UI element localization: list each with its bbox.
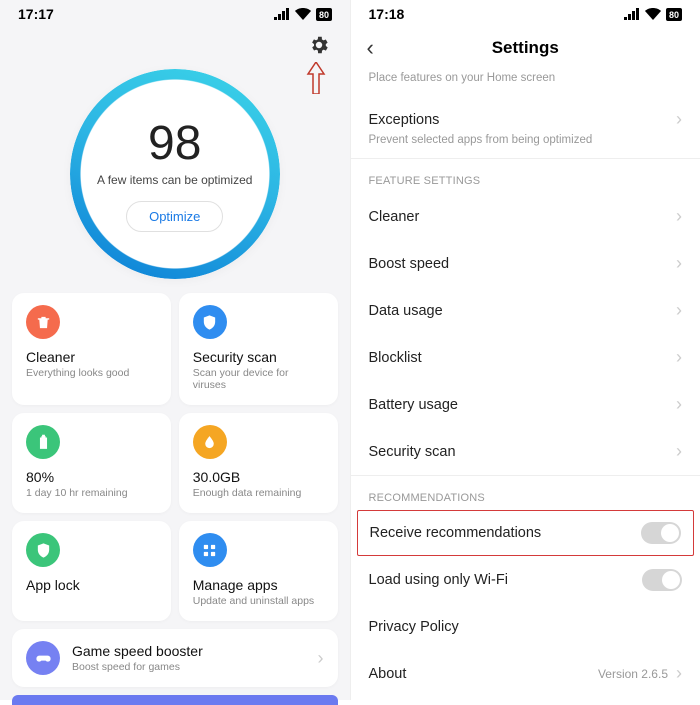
status-time: 17:18 xyxy=(369,6,405,22)
card-cleaner[interactable]: Cleaner Everything looks good xyxy=(12,293,171,405)
battery-status-icon: 80 xyxy=(316,8,332,21)
settings-gear-icon[interactable] xyxy=(308,34,330,61)
signal-icon xyxy=(274,8,290,20)
wide-card-title: Game speed booster xyxy=(72,643,318,659)
phone-settings-screen: 17:18 80 ‹ Settings Place features on yo… xyxy=(350,0,700,700)
chevron-right-icon: › xyxy=(676,300,682,321)
card-title: App lock xyxy=(26,577,157,593)
battery-status-icon: 80 xyxy=(666,8,682,21)
lock-icon xyxy=(26,533,60,567)
card-sub: Enough data remaining xyxy=(193,487,324,499)
drop-icon xyxy=(193,425,227,459)
chevron-right-icon: › xyxy=(676,441,682,462)
optimize-button[interactable]: Optimize xyxy=(126,201,223,232)
status-icons: 80 xyxy=(624,8,682,21)
chevron-right-icon: › xyxy=(676,206,682,227)
row-blocklist[interactable]: Blocklist› xyxy=(351,334,700,381)
signal-icon xyxy=(624,8,640,20)
back-button[interactable]: ‹ xyxy=(367,35,374,61)
svg-text:80: 80 xyxy=(318,10,328,20)
card-title: Security scan xyxy=(193,349,324,365)
score-value: 98 xyxy=(148,116,201,171)
card-sub: Scan your device for viruses xyxy=(193,367,324,391)
row-data-usage[interactable]: Data usage› xyxy=(351,287,700,334)
chevron-right-icon: › xyxy=(318,648,324,669)
card-app-lock[interactable]: App lock xyxy=(12,521,171,621)
wifi-icon xyxy=(295,8,311,20)
row-wifi-only[interactable]: Load using only Wi-Fi xyxy=(351,556,700,604)
status-time: 17:17 xyxy=(18,6,54,22)
chevron-right-icon: › xyxy=(676,109,682,130)
row-security-scan[interactable]: Security scan› xyxy=(351,428,700,475)
wifi-icon xyxy=(645,8,661,20)
row-privacy[interactable]: Privacy Policy xyxy=(351,604,700,650)
score-subtitle: A few items can be optimized xyxy=(97,173,252,187)
version-text: Version 2.6.5 xyxy=(598,667,668,681)
chevron-right-icon: › xyxy=(676,347,682,368)
score-circle: 98 A few items can be optimized Optimize xyxy=(70,69,280,279)
card-sub: Everything looks good xyxy=(26,367,157,379)
partial-card xyxy=(12,695,338,705)
trash-icon xyxy=(26,305,60,339)
grid-icon xyxy=(193,533,227,567)
row-receive-recommendations[interactable]: Receive recommendations xyxy=(357,510,695,556)
section-recommendations: RECOMMENDATIONS xyxy=(351,475,700,510)
settings-header: ‹ Settings xyxy=(351,28,700,68)
status-icons: 80 xyxy=(274,8,332,21)
battery-icon xyxy=(26,425,60,459)
toggle-receive[interactable] xyxy=(641,522,681,544)
card-30-0gb[interactable]: 30.0GB Enough data remaining xyxy=(179,413,338,513)
chevron-right-icon: › xyxy=(676,663,682,684)
row-boost-speed[interactable]: Boost speed› xyxy=(351,240,700,287)
card-sub: 1 day 10 hr remaining xyxy=(26,487,157,499)
wide-card-sub: Boost speed for games xyxy=(72,661,318,673)
svg-text:80: 80 xyxy=(669,10,679,20)
card-manage-apps[interactable]: Manage apps Update and uninstall apps xyxy=(179,521,338,621)
row-exceptions-sub: Prevent selected apps from being optimiz… xyxy=(351,134,700,158)
phone-security-app: 17:17 80 98 A few items can be optimized… xyxy=(0,0,350,700)
card-title: Cleaner xyxy=(26,349,157,365)
card-80-[interactable]: 80% 1 day 10 hr remaining xyxy=(12,413,171,513)
game-icon xyxy=(26,641,60,675)
card-security-scan[interactable]: Security scan Scan your device for viruse… xyxy=(179,293,338,405)
row-cleaner[interactable]: Cleaner› xyxy=(351,193,700,240)
shield-icon xyxy=(193,305,227,339)
card-title: 30.0GB xyxy=(193,469,324,485)
card-sub: Update and uninstall apps xyxy=(193,595,324,607)
card-title: Manage apps xyxy=(193,577,324,593)
status-bar: 17:18 80 xyxy=(351,0,700,28)
row-about[interactable]: About Version 2.6.5 › xyxy=(351,650,700,697)
section-feature-settings: FEATURE SETTINGS xyxy=(351,158,700,193)
page-title: Settings xyxy=(492,38,559,58)
top-row-sub: Place features on your Home screen xyxy=(351,72,700,96)
game-booster-card[interactable]: Game speed booster Boost speed for games… xyxy=(12,629,338,687)
toggle-wifi[interactable] xyxy=(642,569,682,591)
chevron-right-icon: › xyxy=(676,394,682,415)
annotation-arrow-icon xyxy=(306,62,326,94)
status-bar: 17:17 80 xyxy=(0,0,350,28)
chevron-right-icon: › xyxy=(676,253,682,274)
card-title: 80% xyxy=(26,469,157,485)
row-battery-usage[interactable]: Battery usage› xyxy=(351,381,700,428)
